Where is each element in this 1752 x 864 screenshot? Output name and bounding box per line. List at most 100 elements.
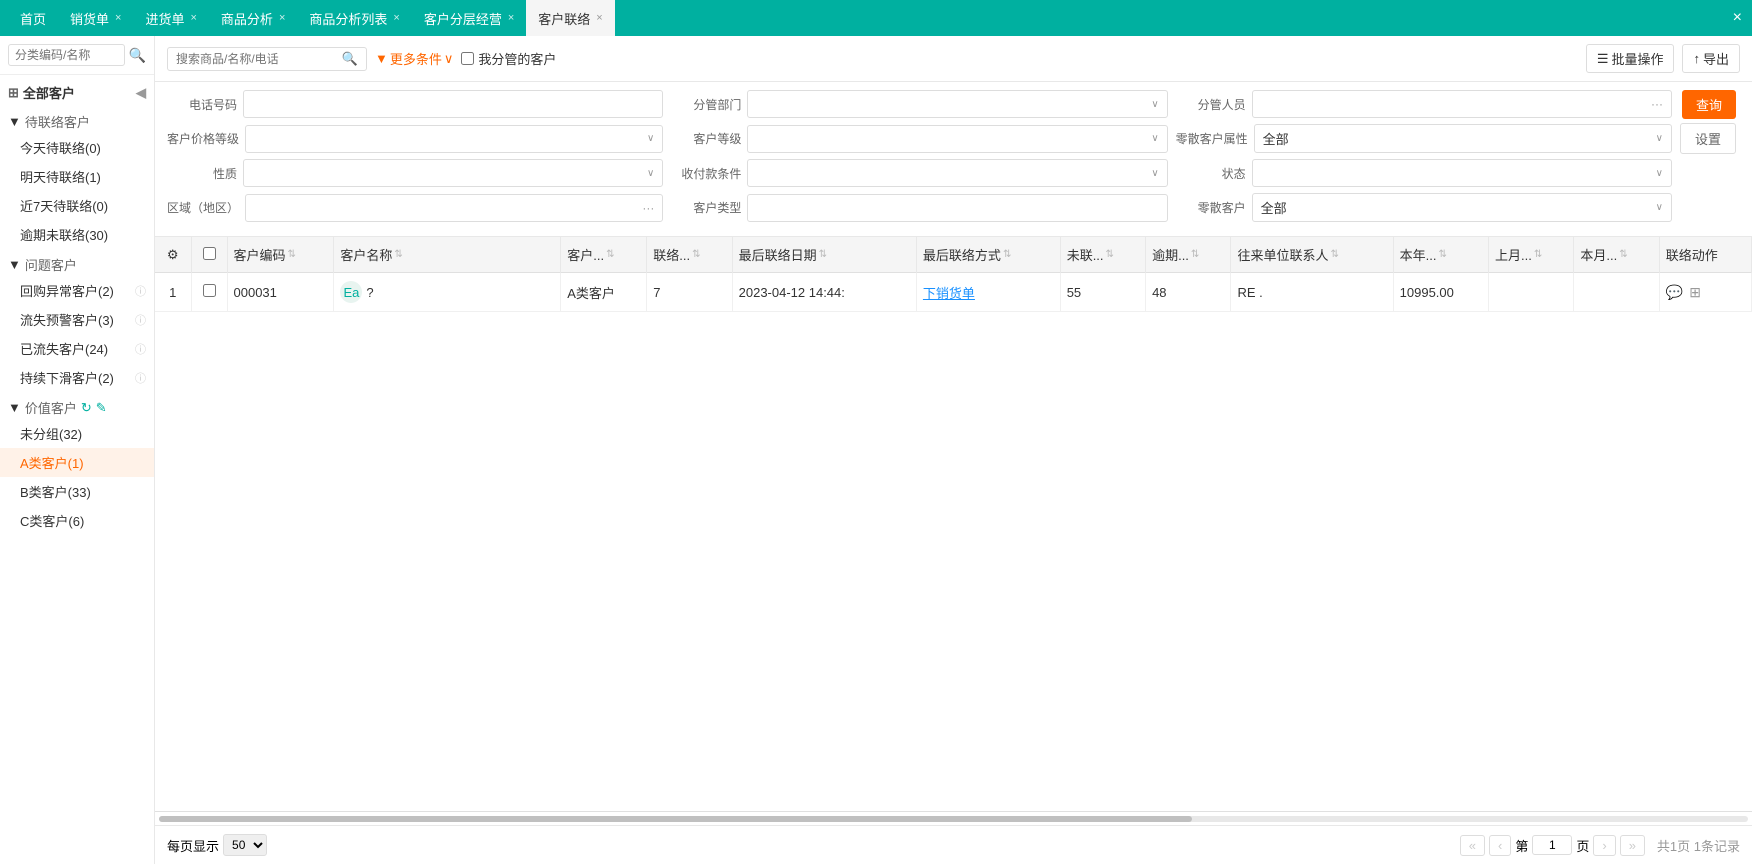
price-level-dropdown[interactable]: ∨	[245, 125, 663, 153]
close-product-analysis[interactable]: ×	[279, 12, 285, 24]
scroll-track[interactable]	[159, 816, 1748, 822]
nature-dropdown[interactable]: ∨	[243, 159, 663, 187]
nav-home[interactable]: 首页	[8, 0, 58, 36]
scroll-thumb[interactable]	[159, 816, 1192, 822]
select-all-checkbox[interactable]	[203, 247, 216, 260]
page-size-dropdown[interactable]: 50	[223, 834, 267, 856]
sidebar-item-7days-contact[interactable]: 近7天待联络(0)	[0, 191, 154, 220]
nav-product-analysis[interactable]: 商品分析 ×	[209, 0, 297, 36]
filter-search-icon[interactable]: 🔍	[342, 51, 358, 67]
row-last-month	[1488, 273, 1573, 312]
my-customers-checkbox[interactable]	[461, 52, 474, 65]
th-last-contact-date[interactable]: 最后联络日期 ⇅	[732, 237, 916, 273]
sidebar-item-repurchase-abnormal[interactable]: 回购异常客户(2) ⓘ	[0, 276, 154, 305]
th-uncontacted[interactable]: 未联... ⇅	[1060, 237, 1145, 273]
retail-customer-dropdown[interactable]: 全部 ∨	[1252, 193, 1672, 222]
edit-icon[interactable]: ✎	[96, 400, 107, 416]
first-page-btn[interactable]: «	[1460, 835, 1485, 856]
sidebar-item-overdue-contact[interactable]: 逾期未联络(30)	[0, 220, 154, 249]
region-more-btn[interactable]: ···	[642, 201, 654, 215]
row-checkbox-cell[interactable]	[191, 273, 227, 312]
customer-type-input[interactable]	[747, 194, 1167, 222]
row-last-contact-method[interactable]: 下销货单	[916, 273, 1060, 312]
dropdown-arrow: ∨	[444, 51, 454, 67]
customer-level-dropdown[interactable]: ∨	[747, 125, 1167, 153]
last-page-btn[interactable]: »	[1620, 835, 1645, 856]
th-current-month[interactable]: 本月... ⇅	[1574, 237, 1659, 273]
phone-label: 电话号码	[167, 96, 237, 113]
status-dropdown[interactable]: ∨	[1252, 159, 1672, 187]
close-customer-segmentation[interactable]: ×	[508, 12, 514, 24]
manager-more-btn[interactable]: ···	[1651, 97, 1663, 111]
th-name[interactable]: 客户名称 ⇅	[334, 237, 561, 273]
my-customers-checkbox-label[interactable]: 我分管的客户	[461, 49, 556, 68]
sidebar-item-churned[interactable]: 已流失客户(24) ⓘ	[0, 334, 154, 363]
more-filters-btn[interactable]: ▼ 更多条件 ∨	[375, 49, 453, 68]
th-level[interactable]: 客户... ⇅	[561, 237, 647, 273]
prev-page-btn[interactable]: ‹	[1489, 835, 1511, 856]
th-overdue[interactable]: 逾期... ⇅	[1146, 237, 1231, 273]
close-purchase-order[interactable]: ×	[190, 12, 196, 24]
close-product-analysis-list[interactable]: ×	[393, 12, 399, 24]
nav-customer-segmentation[interactable]: 客户分层经营 ×	[412, 0, 526, 36]
sidebar-collapse-btn[interactable]: ◀	[136, 85, 146, 101]
query-btn-area: 查询 设置	[1680, 90, 1740, 228]
close-all-tabs[interactable]: ×	[1733, 9, 1742, 27]
dept-dropdown[interactable]: ∨	[747, 90, 1167, 118]
customer-table: ⚙ 客户编码 ⇅	[155, 237, 1752, 312]
batch-op-btn[interactable]: ☰ 批量操作	[1586, 44, 1675, 73]
sidebar-item-b-class[interactable]: B类客户(33)	[0, 477, 154, 506]
section-value-customers[interactable]: ▼ 价值客户 ↻ ✎	[0, 392, 154, 419]
th-last-contact-method[interactable]: 最后联络方式 ⇅	[916, 237, 1060, 273]
sidebar-item-churn-warning[interactable]: 流失预警客户(3) ⓘ	[0, 305, 154, 334]
section-problem-customers[interactable]: ▼ 问题客户	[0, 249, 154, 276]
manager-input[interactable]: ···	[1252, 90, 1672, 118]
th-code[interactable]: 客户编码 ⇅	[227, 237, 334, 273]
phone-input[interactable]	[243, 90, 663, 118]
query-btn[interactable]: 查询	[1682, 90, 1736, 119]
region-input[interactable]: ···	[245, 194, 663, 222]
settings-gear-icon[interactable]: ⚙	[167, 247, 179, 262]
th-settings[interactable]: ⚙	[155, 237, 191, 273]
row-action: 💬 ⊞	[1659, 273, 1751, 312]
payment-dropdown[interactable]: ∨	[747, 159, 1167, 187]
price-level-label: 客户价格等级	[167, 130, 239, 147]
row-checkbox[interactable]	[203, 284, 216, 297]
th-contact-count[interactable]: 联络... ⇅	[647, 237, 732, 273]
sidebar-item-c-class[interactable]: C类客户(6)	[0, 506, 154, 535]
th-checkbox[interactable]	[191, 237, 227, 273]
sidebar-item-ungrouped[interactable]: 未分组(32)	[0, 419, 154, 448]
section-pending-contact[interactable]: ▼ 待联络客户	[0, 106, 154, 133]
sidebar-item-a-class[interactable]: A类客户(1)	[0, 448, 154, 477]
th-current-year[interactable]: 本年... ⇅	[1393, 237, 1488, 273]
sidebar-search-input[interactable]	[8, 44, 125, 66]
filter-search-input[interactable]	[176, 52, 342, 66]
next-page-btn[interactable]: ›	[1593, 835, 1615, 856]
nav-customer-contact[interactable]: 客户联络 ×	[526, 0, 614, 36]
nav-product-analysis-list[interactable]: 商品分析列表 ×	[297, 0, 411, 36]
nav-purchase-order[interactable]: 进货单 ×	[133, 0, 208, 36]
nav-sales-order[interactable]: 销货单 ×	[58, 0, 133, 36]
sidebar-item-declining[interactable]: 持续下滑客户(2) ⓘ	[0, 363, 154, 392]
close-sales-order[interactable]: ×	[115, 12, 121, 24]
close-customer-contact[interactable]: ×	[596, 12, 602, 24]
retail-attr-dropdown[interactable]: 全部 ∨	[1254, 124, 1672, 153]
th-last-month[interactable]: 上月... ⇅	[1488, 237, 1573, 273]
sidebar-search-icon[interactable]: 🔍	[129, 47, 146, 64]
filter-phone: 电话号码	[167, 90, 663, 118]
scrollbar-area[interactable]	[155, 811, 1752, 825]
sidebar-item-tomorrow-contact[interactable]: 明天待联络(1)	[0, 162, 154, 191]
settings-btn[interactable]: 设置	[1680, 123, 1736, 154]
nature-arrow: ∨	[647, 168, 654, 179]
page-number-input[interactable]	[1532, 835, 1572, 855]
sort-uncontacted-icon: ⇅	[1106, 249, 1114, 260]
page-label: 第	[1515, 836, 1528, 855]
action-more-icon[interactable]: ⊞	[1689, 284, 1701, 301]
action-message-icon[interactable]: 💬	[1666, 284, 1683, 301]
filter-row-3: 性质 ∨ 收付款条件 ∨	[167, 159, 1672, 187]
sidebar-all-customers[interactable]: ⊞ 全部客户 ◀	[0, 75, 154, 106]
th-contact-person[interactable]: 往来单位联系人 ⇅	[1231, 237, 1393, 273]
export-btn[interactable]: ↑ 导出	[1682, 44, 1740, 73]
sidebar-item-today-contact[interactable]: 今天待联络(0)	[0, 133, 154, 162]
refresh-icon[interactable]: ↻	[81, 400, 92, 416]
